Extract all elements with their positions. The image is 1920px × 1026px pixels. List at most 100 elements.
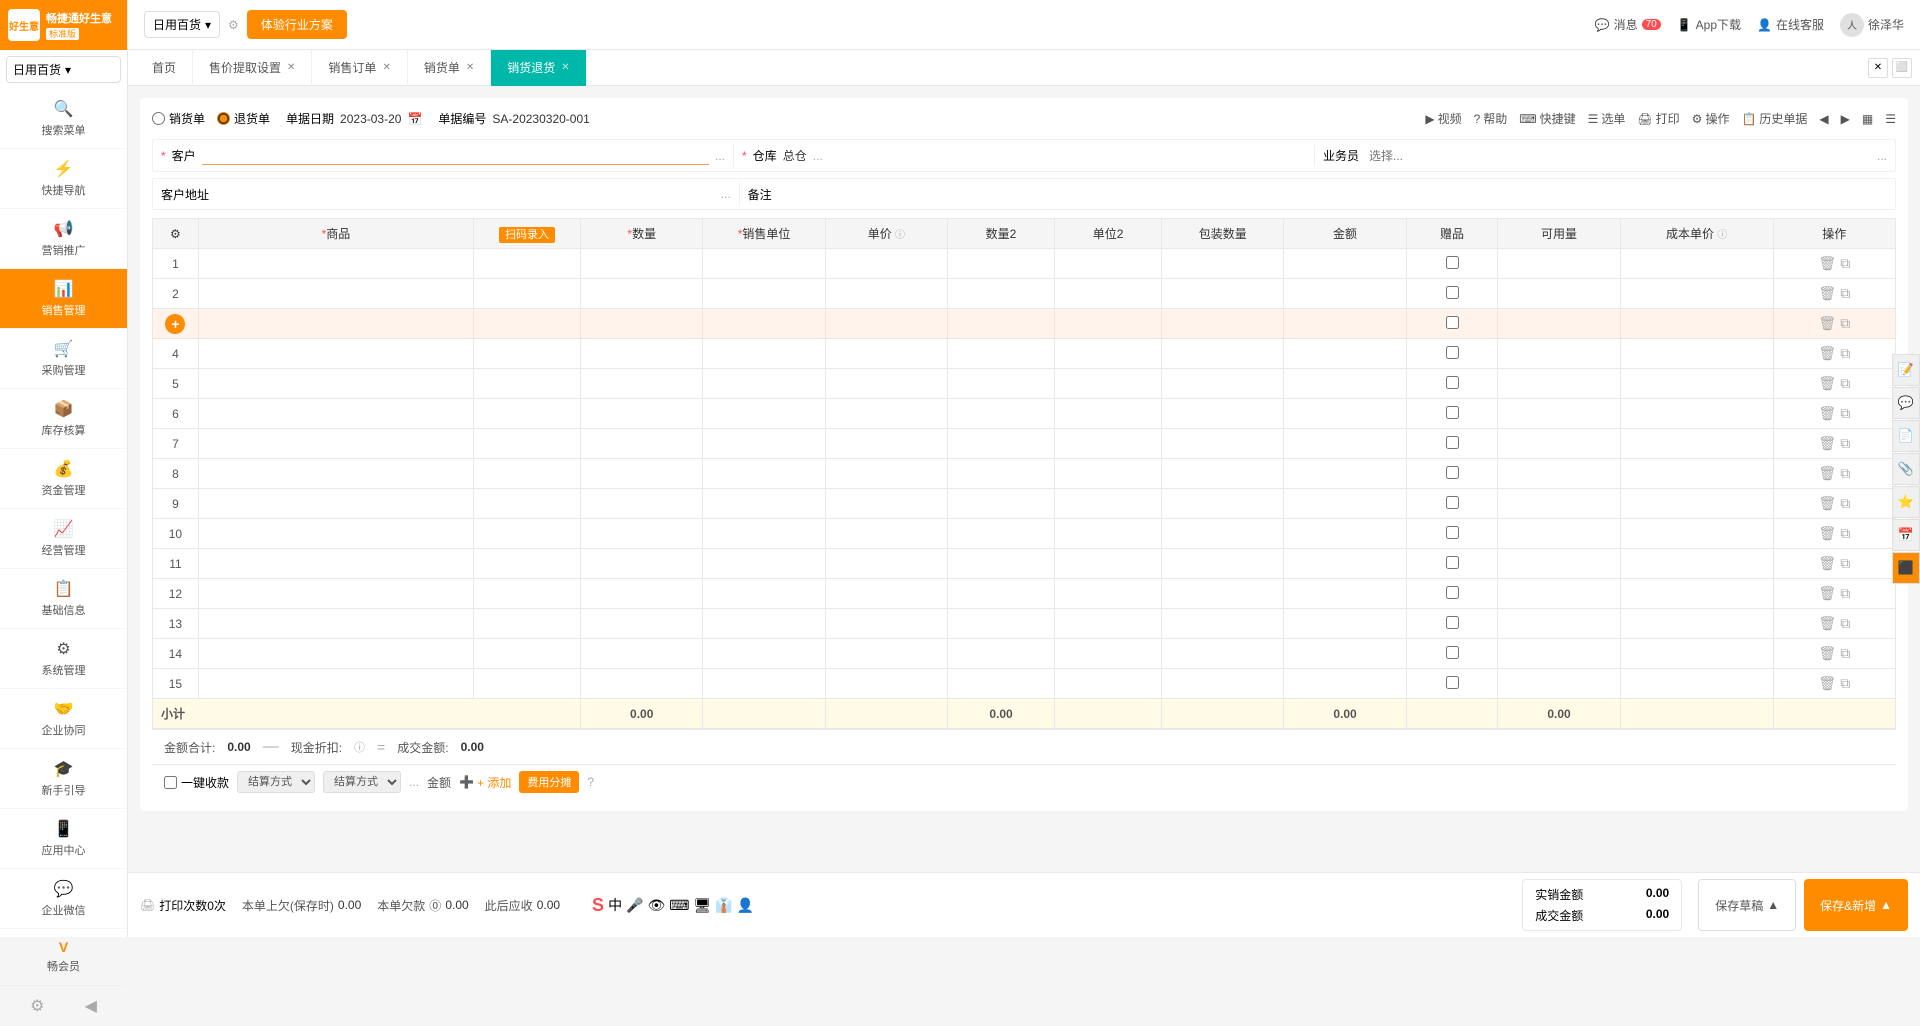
sidebar-item-newbie[interactable]: 🎓 新手引导 bbox=[0, 749, 127, 809]
goods-cell-active[interactable] bbox=[198, 309, 473, 339]
copy-row-icon[interactable]: ⧉ bbox=[1840, 345, 1850, 362]
sidebar-item-inventory[interactable]: 📦 库存核算 bbox=[0, 389, 127, 449]
goods-cell[interactable] bbox=[198, 279, 473, 309]
price-cell[interactable] bbox=[825, 279, 947, 309]
right-icon-file[interactable]: 📄 bbox=[1892, 420, 1920, 452]
customer-more-btn[interactable]: ... bbox=[715, 149, 725, 163]
gift-cell[interactable] bbox=[1406, 459, 1498, 489]
topbar-message[interactable]: 💬 消息 70 bbox=[1595, 16, 1661, 33]
right-icon-chat[interactable]: 💬 bbox=[1892, 387, 1920, 419]
available-cell[interactable] bbox=[1498, 279, 1620, 309]
calc-method-select[interactable]: 结算方式 bbox=[237, 771, 315, 793]
gift-cell[interactable] bbox=[1406, 309, 1498, 339]
delete-row-icon[interactable]: 🗑 bbox=[1818, 285, 1836, 302]
topbar-online-service[interactable]: 👤 在线客服 bbox=[1757, 16, 1824, 33]
amount-cell[interactable] bbox=[1284, 279, 1406, 309]
restore-tab-btn[interactable]: ⬜ bbox=[1892, 58, 1912, 78]
topbar-settings-icon[interactable]: ⚙ bbox=[228, 18, 239, 32]
delete-row-icon[interactable]: 🗑 bbox=[1818, 345, 1836, 362]
cost-price-cell[interactable] bbox=[1620, 309, 1773, 339]
qty2-cell[interactable] bbox=[948, 279, 1055, 309]
tab-sales-order-close[interactable]: ✕ bbox=[382, 62, 390, 73]
scan-input-btn[interactable]: 扫码录入 bbox=[499, 227, 555, 243]
customer-input[interactable] bbox=[202, 146, 709, 165]
col-scan[interactable]: 扫码录入 bbox=[474, 219, 581, 249]
sidebar-item-shortcut[interactable]: ⚡ 快捷导航 bbox=[0, 149, 127, 209]
experience-btn[interactable]: 体验行业方案 bbox=[247, 10, 347, 39]
one-click-payment-checkbox[interactable]: 一键收款 bbox=[164, 774, 229, 791]
copy-row-icon[interactable]: ⧉ bbox=[1840, 525, 1850, 542]
copy-row-icon[interactable]: ⧉ bbox=[1840, 435, 1850, 452]
delete-row-icon[interactable]: 🗑 bbox=[1818, 375, 1836, 392]
sidebar-item-system[interactable]: ⚙ 系统管理 bbox=[0, 629, 127, 689]
goods-cell[interactable] bbox=[198, 249, 473, 279]
qty2-cell[interactable] bbox=[948, 249, 1055, 279]
gift-cell[interactable] bbox=[1406, 369, 1498, 399]
right-icon-note[interactable]: 📝 bbox=[1892, 354, 1920, 386]
sidebar-item-enterprise[interactable]: 🤝 企业协同 bbox=[0, 689, 127, 749]
sidebar-item-marketing[interactable]: 📢 营销推广 bbox=[0, 209, 127, 269]
copy-row-icon[interactable]: ⧉ bbox=[1840, 405, 1850, 422]
right-icon-expand[interactable]: ⬛ bbox=[1892, 552, 1920, 584]
goods-cell[interactable] bbox=[198, 609, 473, 639]
toolbar-history[interactable]: 📋 历史单据 bbox=[1741, 110, 1807, 127]
tab-sales-order[interactable]: 销售订单 ✕ bbox=[312, 50, 407, 86]
gift-cell[interactable] bbox=[1406, 339, 1498, 369]
save-draft-btn[interactable]: 保存草稿 ▲ bbox=[1698, 879, 1796, 931]
delete-row-icon[interactable]: 🗑 bbox=[1818, 525, 1836, 542]
delete-row-icon[interactable]: 🗑 bbox=[1818, 675, 1836, 692]
tab-price-settings[interactable]: 售价提取设置 ✕ bbox=[193, 50, 312, 86]
copy-row-icon[interactable]: ⧉ bbox=[1840, 495, 1850, 512]
qty2-cell[interactable] bbox=[948, 309, 1055, 339]
sidebar-settings-icon[interactable]: ⚙ bbox=[30, 996, 44, 1016]
toolbar-grid-view[interactable]: ▦ bbox=[1862, 112, 1873, 126]
delete-row-icon[interactable]: 🗑 bbox=[1818, 435, 1836, 452]
qty-cell[interactable] bbox=[581, 279, 703, 309]
radio-delivery[interactable]: 销货单 bbox=[152, 110, 205, 127]
qty-cell[interactable] bbox=[581, 309, 703, 339]
tab-price-settings-close[interactable]: ✕ bbox=[287, 62, 295, 73]
right-icon-history[interactable]: 📅 bbox=[1892, 519, 1920, 551]
goods-cell[interactable] bbox=[198, 579, 473, 609]
salesperson-more-btn[interactable]: ... bbox=[1877, 149, 1887, 163]
copy-row-icon[interactable]: ⧉ bbox=[1840, 285, 1850, 302]
goods-cell[interactable] bbox=[198, 489, 473, 519]
tab-sales-delivery-close[interactable]: ✕ bbox=[466, 62, 474, 73]
unit2-cell[interactable] bbox=[1055, 249, 1162, 279]
sidebar-item-sales[interactable]: 📊 销售管理 bbox=[0, 269, 127, 329]
cost-price-cell[interactable] bbox=[1620, 249, 1773, 279]
tab-sales-return-close[interactable]: ✕ bbox=[561, 62, 569, 73]
copy-row-icon[interactable]: ⧉ bbox=[1840, 585, 1850, 602]
remark-input[interactable] bbox=[778, 185, 1887, 203]
tab-home[interactable]: 首页 bbox=[136, 50, 193, 86]
unit-cell[interactable] bbox=[703, 279, 825, 309]
tab-sales-return[interactable]: 销货退货 ✕ bbox=[491, 50, 586, 86]
unit-cell[interactable] bbox=[703, 249, 825, 279]
toolbar-next[interactable]: ▶ bbox=[1841, 112, 1850, 126]
copy-row-icon[interactable]: ⧉ bbox=[1840, 675, 1850, 692]
copy-row-icon[interactable]: ⧉ bbox=[1840, 465, 1850, 482]
toolbar-prev[interactable]: ◀ bbox=[1819, 112, 1828, 126]
delete-row-icon[interactable]: 🗑 bbox=[1818, 405, 1836, 422]
qty-cell[interactable] bbox=[581, 249, 703, 279]
delete-row-icon[interactable]: 🗑 bbox=[1818, 495, 1836, 512]
warehouse-more-btn[interactable]: ... bbox=[813, 149, 823, 163]
sidebar-item-apps[interactable]: 📱 应用中心 bbox=[0, 809, 127, 869]
available-cell[interactable] bbox=[1498, 249, 1620, 279]
address-more-btn[interactable]: ... bbox=[721, 187, 731, 201]
goods-cell[interactable] bbox=[198, 519, 473, 549]
copy-row-icon[interactable]: ⧉ bbox=[1840, 615, 1850, 632]
sidebar-collapse-icon[interactable]: ◀ bbox=[85, 996, 97, 1016]
pkg-qty-cell[interactable] bbox=[1162, 309, 1284, 339]
toolbar-shortcut[interactable]: ⌨ 快捷键 bbox=[1519, 110, 1575, 127]
delete-row-icon[interactable]: 🗑 bbox=[1818, 615, 1836, 632]
discount-info-icon[interactable]: ⓘ bbox=[354, 739, 365, 755]
unit-cell[interactable] bbox=[703, 309, 825, 339]
radio-return[interactable]: 退货单 bbox=[217, 110, 270, 127]
copy-row-icon[interactable]: ⧉ bbox=[1840, 645, 1850, 662]
delete-row-icon[interactable]: 🗑 bbox=[1818, 645, 1836, 662]
salesperson-input[interactable] bbox=[1365, 147, 1871, 165]
sidebar-item-weixin[interactable]: 💬 企业微信 bbox=[0, 869, 127, 929]
add-payment-btn[interactable]: ➕ + 添加 bbox=[459, 774, 511, 791]
topbar-industry-select[interactable]: 日用百货 ▾ bbox=[144, 11, 220, 38]
